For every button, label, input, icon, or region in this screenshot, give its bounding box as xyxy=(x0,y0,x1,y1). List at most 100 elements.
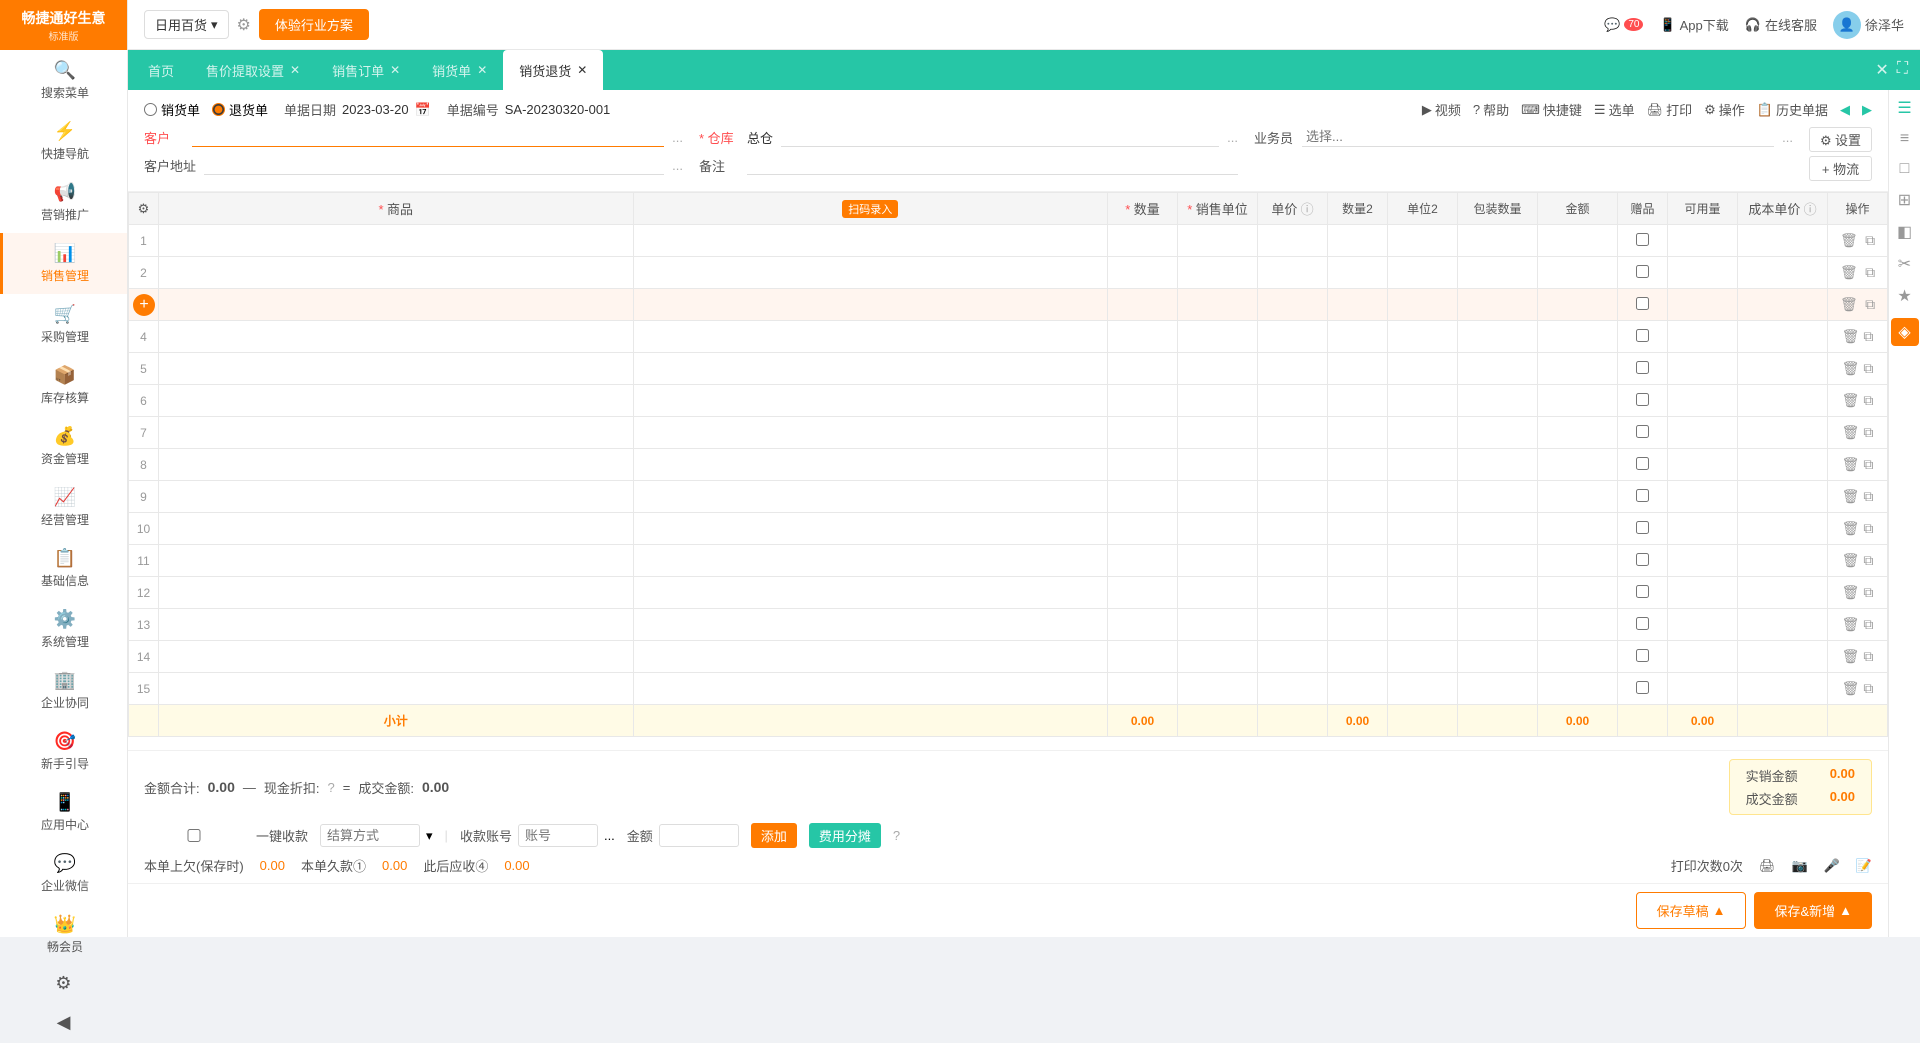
scan-button[interactable]: 扫码录入 xyxy=(842,200,898,218)
online-service-btn[interactable]: 🎧 在线客服 xyxy=(1745,15,1817,34)
price-info-icon[interactable]: ⓘ xyxy=(1301,202,1314,217)
salesperson-input[interactable] xyxy=(1302,127,1774,147)
sidebar-item-member[interactable]: 👑 畅会员 xyxy=(0,904,127,965)
delete-btn[interactable]: 🗑 xyxy=(1842,488,1860,504)
delete-btn[interactable]: 🗑 xyxy=(1842,456,1860,472)
delete-btn[interactable]: 🗑 xyxy=(1842,648,1860,664)
warehouse-input[interactable] xyxy=(781,127,1219,147)
delete-btn[interactable]: 🗑 xyxy=(1842,328,1860,344)
help-action-btn[interactable]: ? 帮助 xyxy=(1473,100,1509,119)
copy-btn-3[interactable]: ⧉ xyxy=(1865,296,1875,312)
delete-btn[interactable]: 🗑 xyxy=(1842,616,1860,632)
one-click-checkbox[interactable]: 一键收款 xyxy=(144,826,308,845)
unit2-cell-3[interactable] xyxy=(1388,289,1458,321)
toolbar-icon-1[interactable]: 🖨 xyxy=(1759,858,1776,874)
copy-btn[interactable]: ⧉ xyxy=(1863,680,1873,696)
sidebar-item-shortcut[interactable]: ⚡ 快捷导航 xyxy=(0,111,127,172)
account-ellipsis-btn[interactable]: ... xyxy=(604,828,615,843)
customer-ellipsis-btn[interactable]: ... xyxy=(672,130,683,145)
copy-btn[interactable]: ⧉ xyxy=(1863,392,1873,408)
tab-sales-order[interactable]: 销售订单 ✕ xyxy=(316,50,416,90)
copy-btn[interactable]: ⧉ xyxy=(1863,648,1873,664)
sidebar-item-system[interactable]: ⚙️ 系统管理 xyxy=(0,599,127,660)
price-cell-3[interactable] xyxy=(1258,289,1328,321)
price-cell-1[interactable] xyxy=(1258,225,1328,257)
operate-action-btn[interactable]: ⚙ 操作 xyxy=(1704,100,1745,119)
select-action-btn[interactable]: ☰ 选单 xyxy=(1594,100,1635,119)
right-panel-icon-7[interactable]: ★ xyxy=(1897,286,1911,306)
amount-cell-2[interactable] xyxy=(1538,257,1618,289)
app-download-btn[interactable]: 📱 App下载 xyxy=(1659,15,1728,34)
shortcut-action-btn[interactable]: ⌨ 快捷键 xyxy=(1521,100,1582,119)
col-settings-header[interactable]: ⚙ xyxy=(129,193,159,225)
copy-btn[interactable]: ⧉ xyxy=(1863,520,1873,536)
warehouse-ellipsis-btn[interactable]: ... xyxy=(1227,130,1238,145)
unit-cell-2[interactable] xyxy=(1178,257,1258,289)
delete-btn[interactable]: 🗑 xyxy=(1842,520,1860,536)
copy-btn[interactable]: ⧉ xyxy=(1863,328,1873,344)
gift-checkbox-2[interactable] xyxy=(1636,265,1649,278)
copy-btn[interactable]: ⧉ xyxy=(1863,424,1873,440)
amount-cell-1[interactable] xyxy=(1538,225,1618,257)
video-action-btn[interactable]: ▶ 视频 xyxy=(1422,100,1461,119)
delete-btn[interactable]: 🗑 xyxy=(1842,392,1860,408)
date-value[interactable]: 2023-03-20 xyxy=(342,102,409,117)
copy-btn-1[interactable]: ⧉ xyxy=(1865,232,1875,248)
tab-close-icon[interactable]: ✕ xyxy=(477,63,487,77)
unit2-cell-1[interactable] xyxy=(1388,225,1458,257)
qty-cell-1[interactable] xyxy=(1108,225,1178,257)
add-row-btn[interactable]: + xyxy=(133,294,155,316)
sidebar-item-inventory[interactable]: 📦 库存核算 xyxy=(0,355,127,416)
tab-close-icon[interactable]: ✕ xyxy=(577,63,587,77)
product-cell-1[interactable] xyxy=(159,225,634,257)
sidebar-item-marketing[interactable]: 📢 营销推广 xyxy=(0,172,127,233)
maximize-icon[interactable]: ⛶ xyxy=(1897,60,1908,80)
table-settings-icon[interactable]: ⚙ xyxy=(138,201,150,216)
address-ellipsis-btn[interactable]: ... xyxy=(672,158,683,173)
product-input-1[interactable] xyxy=(163,233,629,248)
sidebar-collapse-btn[interactable]: ◀ xyxy=(0,1004,127,1043)
sidebar-item-purchase[interactable]: 🛒 采购管理 xyxy=(0,294,127,355)
copy-btn[interactable]: ⧉ xyxy=(1863,616,1873,632)
tab-sales-return[interactable]: 销货退货 ✕ xyxy=(503,50,603,90)
right-panel-icon-5[interactable]: ◧ xyxy=(1897,222,1912,242)
toolbar-icon-3[interactable]: 🎤 xyxy=(1824,858,1840,874)
copy-btn-2[interactable]: ⧉ xyxy=(1865,264,1875,280)
sidebar-item-sales[interactable]: 📊 销售管理 xyxy=(0,233,127,294)
sidebar-item-finance[interactable]: 💰 资金管理 xyxy=(0,416,127,477)
amount-cell-3[interactable] xyxy=(1538,289,1618,321)
close-tab-icon[interactable]: ✕ xyxy=(1875,60,1888,80)
print-action-btn[interactable]: 🖨 打印 xyxy=(1647,100,1693,119)
qty2-cell-1[interactable] xyxy=(1328,225,1388,257)
settlement-input[interactable] xyxy=(320,824,420,847)
gift-checkbox-1[interactable] xyxy=(1636,233,1649,246)
right-panel-icon-4[interactable]: ⊞ xyxy=(1898,190,1911,210)
copy-btn[interactable]: ⧉ xyxy=(1863,360,1873,376)
experience-btn[interactable]: 体验行业方案 xyxy=(259,9,369,40)
sidebar-item-apps[interactable]: 📱 应用中心 xyxy=(0,782,127,843)
calendar-icon[interactable]: 📅 xyxy=(415,102,431,118)
remarks-input[interactable] xyxy=(747,155,1238,175)
delete-btn[interactable]: 🗑 xyxy=(1842,424,1860,440)
gift-cell-1[interactable] xyxy=(1618,225,1668,257)
price-cell-2[interactable] xyxy=(1258,257,1328,289)
settings-gear-icon[interactable]: ⚙ xyxy=(237,15,251,35)
delete-btn[interactable]: 🗑 xyxy=(1842,680,1860,696)
gift-cell-2[interactable] xyxy=(1618,257,1668,289)
sidebar-item-search[interactable]: 🔍 搜索菜单 xyxy=(0,50,127,111)
settings-side-btn[interactable]: ⚙ 设置 xyxy=(1809,127,1872,152)
cost-info-icon[interactable]: ⓘ xyxy=(1804,202,1817,217)
sidebar-item-wechat[interactable]: 💬 企业微信 xyxy=(0,843,127,904)
history-action-btn[interactable]: 📋 历史单据 xyxy=(1757,100,1828,119)
delete-btn-3[interactable]: 🗑 xyxy=(1840,296,1858,312)
logistics-side-btn[interactable]: + 物流 xyxy=(1809,156,1872,181)
save-draft-btn[interactable]: 保存草稿 ▲ xyxy=(1636,892,1747,929)
right-panel-icon-8[interactable]: ◈ xyxy=(1891,318,1919,346)
gift-cell-3[interactable] xyxy=(1618,289,1668,321)
add-payment-btn[interactable]: 添加 xyxy=(751,823,797,848)
notification-btn[interactable]: 💬 70 xyxy=(1604,17,1643,33)
customer-input[interactable] xyxy=(192,127,664,147)
unit2-cell-2[interactable] xyxy=(1388,257,1458,289)
address-input[interactable] xyxy=(204,155,664,175)
prev-record-btn[interactable]: ◀ xyxy=(1840,102,1850,118)
